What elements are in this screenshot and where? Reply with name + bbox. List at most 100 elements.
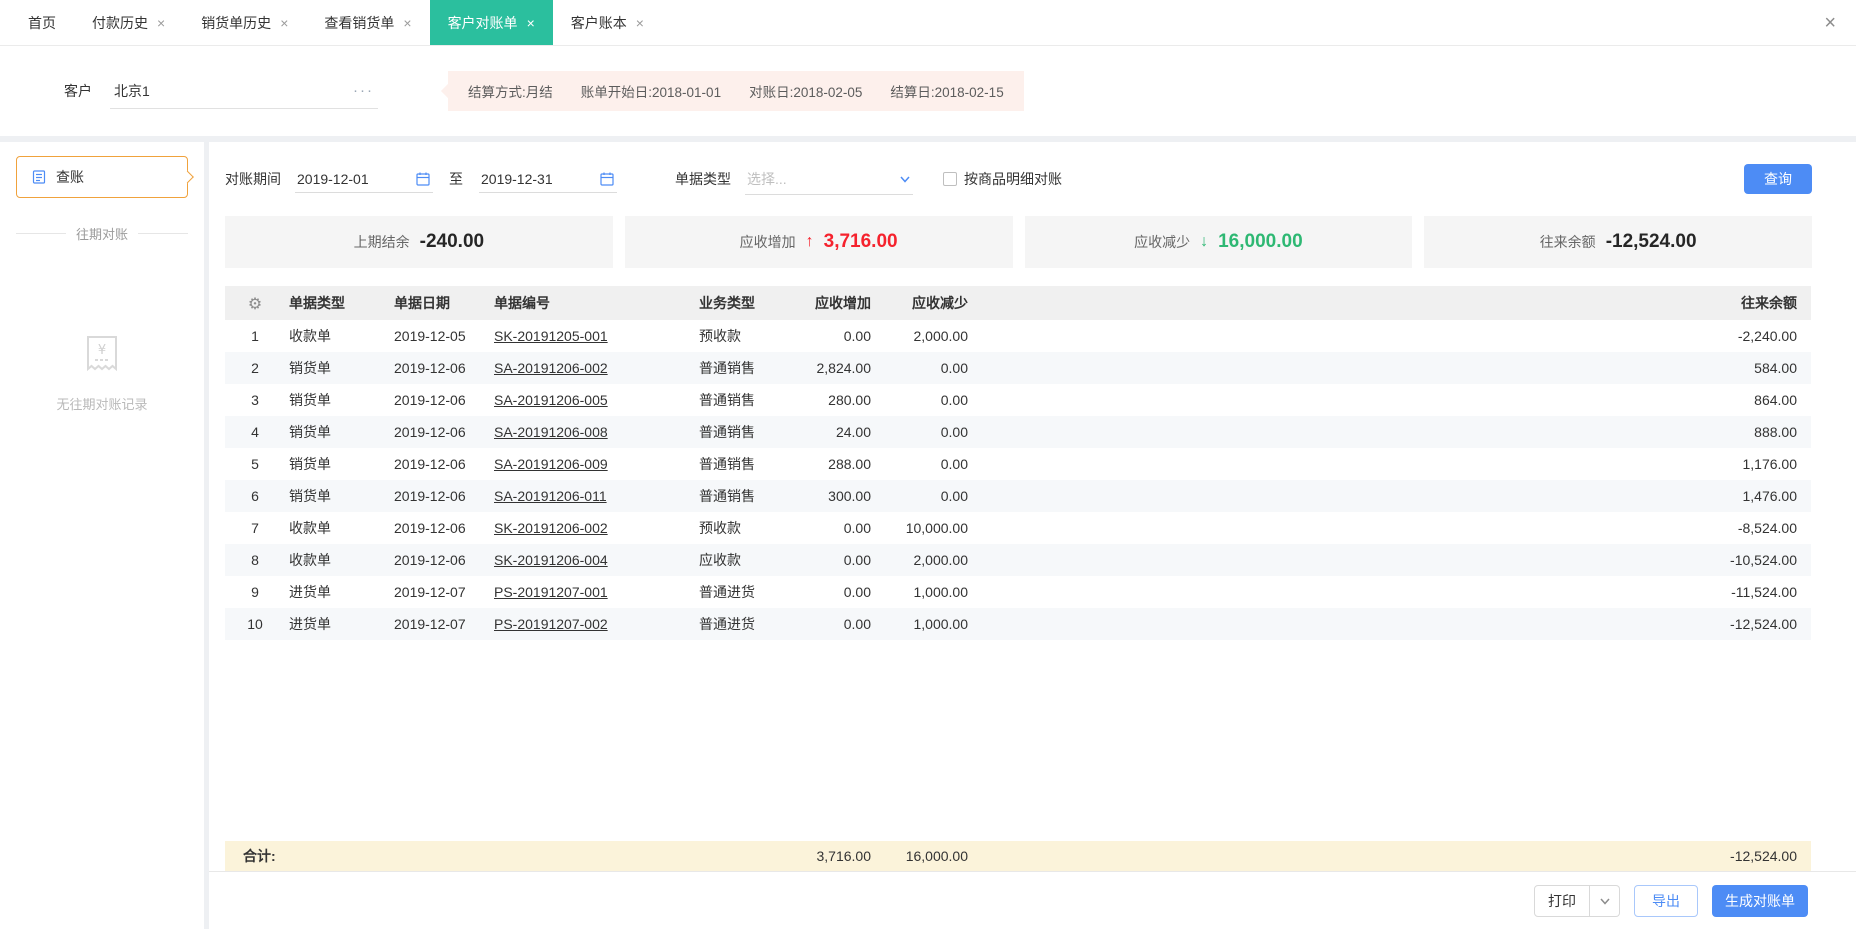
tab-customer-ledger[interactable]: 客户账本 ×	[553, 0, 662, 45]
date-to-input[interactable]: 2019-12-31	[479, 166, 617, 193]
doc-no-link[interactable]: SA-20191206-009	[494, 456, 608, 472]
app-window: 首页 付款历史 × 销货单历史 × 查看销货单 × 客户对账单 × 客户账本 × × 客户 北京1 …	[0, 0, 1856, 929]
doc-no-link[interactable]: SK-20191205-001	[494, 328, 608, 344]
summary-card-down: 应收减少 ↓ 16,000.00	[1024, 216, 1413, 268]
cell-decrease: 2,000.00	[913, 328, 969, 344]
export-button[interactable]: 导出	[1634, 884, 1698, 917]
cell-doc-type: 销货单	[289, 392, 331, 408]
cell-increase: 288.00	[828, 456, 871, 472]
customer-value: 北京1	[114, 82, 150, 99]
cell-doc-date: 2019-12-06	[394, 424, 466, 440]
cell-doc-no: SA-20191206-005	[490, 392, 695, 408]
table-settings-cell[interactable]: ⚙	[225, 294, 285, 313]
settlement-info-bar: 结算方式:月结 账单开始日:2018-01-01 对账日:2018-02-05 结算日…	[448, 71, 1024, 111]
cell-doc-type: 销货单	[289, 360, 331, 376]
row-index: 1	[251, 328, 259, 344]
settlement-info-item: 账单开始日:2018-01-01	[580, 85, 722, 100]
total-balance: -12,524.00	[1730, 848, 1797, 864]
print-button[interactable]: 打印	[1534, 884, 1590, 917]
to-label: 至	[449, 171, 463, 187]
gear-icon[interactable]: ⚙	[248, 294, 262, 313]
tab-close-icon[interactable]: ×	[527, 16, 535, 30]
cell-balance: -12,524.00	[1730, 616, 1797, 632]
receipt-icon: ¥	[87, 336, 117, 372]
summary-card-label: 上期结余	[353, 234, 410, 250]
tab-customer-statement[interactable]: 客户对账单 ×	[429, 0, 553, 45]
cell-balance: 1,476.00	[1742, 488, 1798, 504]
cell-doc-type: 收款单	[289, 328, 331, 344]
doc-no-link[interactable]: SA-20191206-005	[494, 392, 608, 408]
summary-card-value: 16,000.00	[1218, 231, 1303, 252]
cell-biz-type: 预收款	[699, 328, 741, 344]
row-index: 9	[251, 584, 259, 600]
close-icon[interactable]: ×	[1824, 13, 1836, 33]
summary-card-value: -12,524.00	[1605, 231, 1697, 252]
customer-input[interactable]: 北京1 ···	[110, 74, 378, 109]
tab-list: 首页 付款历史 × 销货单历史 × 查看销货单 × 客户对账单 × 客户账本 ×	[0, 0, 662, 45]
tab-view-sales-order[interactable]: 查看销货单 ×	[306, 0, 429, 45]
cell-biz-type: 应收款	[699, 552, 741, 568]
cell-doc-type: 进货单	[289, 584, 331, 600]
ellipsis-icon[interactable]: ···	[353, 82, 374, 99]
date-to-value: 2019-12-31	[481, 170, 553, 187]
cell-decrease: 0.00	[940, 456, 968, 472]
tab-payment-history[interactable]: 付款历史 ×	[74, 0, 183, 45]
row-index: 5	[251, 456, 259, 472]
generate-statement-button[interactable]: 生成对账单	[1712, 884, 1808, 917]
tab-bar: 首页 付款历史 × 销货单历史 × 查看销货单 × 客户对账单 × 客户账本 × ×	[0, 0, 1856, 46]
calendar-icon[interactable]	[599, 171, 615, 187]
doc-no-link[interactable]: PS-20191207-001	[494, 584, 608, 600]
table-row: 9 进货单 2019-12-07 PS-20191207-001 普通进货 0.00 1,0…	[225, 576, 1811, 608]
doc-no-link[interactable]: SA-20191206-008	[494, 424, 608, 440]
doc-type-select[interactable]: 选择...	[745, 164, 913, 195]
date-from-input[interactable]: 2019-12-01	[295, 166, 433, 193]
doc-no-link[interactable]: SK-20191206-004	[494, 552, 608, 568]
detail-checkbox[interactable]	[943, 172, 957, 186]
cell-doc-no: PS-20191207-001	[490, 584, 695, 600]
tab-label: 销货单历史	[201, 14, 272, 31]
query-button[interactable]: 查询	[1744, 164, 1812, 194]
print-dropdown-button[interactable]	[1590, 884, 1620, 917]
tab-close-icon[interactable]: ×	[280, 16, 288, 30]
cell-biz-type: 普通销售	[699, 424, 755, 440]
cell-increase: 0.00	[843, 328, 871, 344]
row-index: 3	[251, 392, 259, 408]
tab-close-icon[interactable]: ×	[157, 16, 165, 30]
cell-doc-no: SA-20191206-009	[490, 456, 695, 472]
arrow-down-icon: ↓	[1200, 233, 1209, 250]
doc-no-link[interactable]: PS-20191207-002	[494, 616, 608, 632]
doc-no-link[interactable]: SA-20191206-002	[494, 360, 608, 376]
col-header-doc-no: 单据编号	[494, 295, 550, 311]
tab-home[interactable]: 首页	[10, 0, 74, 45]
print-split-button: 打印	[1534, 884, 1620, 917]
cell-balance: 1,176.00	[1742, 456, 1798, 472]
sidebar-item-check-account[interactable]: 查账	[16, 156, 188, 198]
table-row: 5 销货单 2019-12-06 SA-20191206-009 普通销售 288.00 0…	[225, 448, 1811, 480]
cell-biz-type: 普通销售	[699, 392, 755, 408]
total-decrease: 16,000.00	[905, 848, 968, 864]
doc-no-link[interactable]: SK-20191206-002	[494, 520, 608, 536]
cell-doc-date: 2019-12-07	[394, 584, 466, 600]
tab-close-icon[interactable]: ×	[403, 16, 411, 30]
calendar-icon[interactable]	[415, 171, 431, 187]
sidebar: 查账 往期对账 ¥ 无往期对账记录	[0, 142, 204, 929]
arrow-up-icon: ↑	[805, 233, 814, 250]
cell-increase: 300.00	[828, 488, 871, 504]
tab-sales-history[interactable]: 销货单历史 ×	[183, 0, 306, 45]
cell-increase: 2,824.00	[816, 360, 872, 376]
tab-label: 付款历史	[92, 14, 148, 31]
cell-balance: -11,524.00	[1731, 584, 1797, 600]
tab-close-icon[interactable]: ×	[636, 16, 644, 30]
cell-doc-date: 2019-12-06	[394, 520, 466, 536]
history-divider: 往期对账	[16, 224, 188, 243]
cell-doc-date: 2019-12-06	[394, 392, 466, 408]
table-row: 8 收款单 2019-12-06 SK-20191206-004 应收款 0.00 2,00…	[225, 544, 1811, 576]
customer-bar: 客户 北京1 ··· 结算方式:月结 账单开始日:2018-01-01 对账日:20…	[0, 46, 1856, 136]
doc-no-link[interactable]: SA-20191206-011	[494, 488, 607, 504]
cell-biz-type: 普通进货	[699, 584, 755, 600]
cell-doc-no: SA-20191206-008	[490, 424, 695, 440]
detail-checkbox-wrap[interactable]: 按商品明细对账	[943, 169, 1062, 189]
cell-decrease: 1,000.00	[913, 584, 969, 600]
chevron-down-icon	[1599, 898, 1610, 905]
table-row: 4 销货单 2019-12-06 SA-20191206-008 普通销售 24.00 0.…	[225, 416, 1811, 448]
